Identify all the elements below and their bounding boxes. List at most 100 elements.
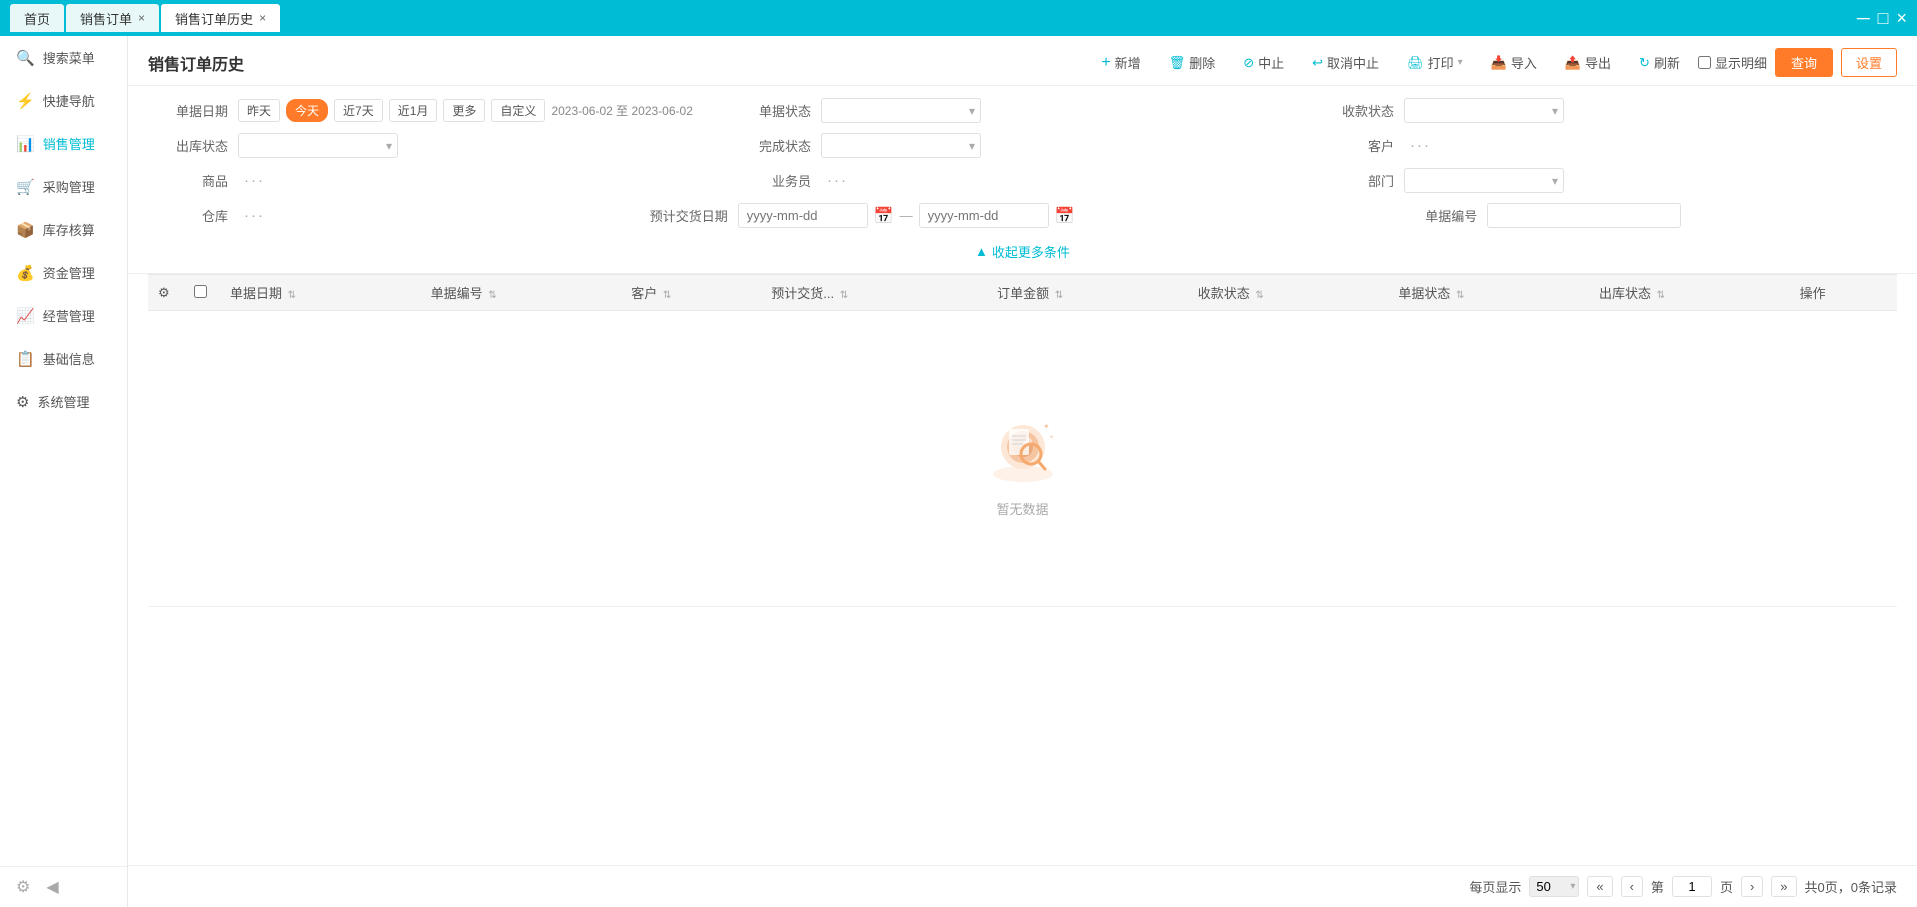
date-more-btn[interactable]: 更多 <box>443 99 485 122</box>
tab-sales-history-close[interactable]: × <box>259 11 266 25</box>
th-date-label: 单据日期 <box>230 286 282 301</box>
payment-status-select[interactable] <box>1404 98 1564 123</box>
th-date-sort-icon[interactable]: ⇅ <box>288 290 296 301</box>
goods-label: 商品 <box>148 171 238 190</box>
sidebar-collapse-icon[interactable]: ◀ <box>46 877 58 897</box>
refresh-button[interactable]: ↻ 刷新 <box>1629 49 1690 76</box>
window-close[interactable]: × <box>1896 8 1907 29</box>
export-button[interactable]: 📤 导出 <box>1555 49 1621 76</box>
sidebar-settings-icon[interactable]: ⚙ <box>16 877 30 897</box>
next-page-btn[interactable]: › <box>1741 876 1763 897</box>
operations-icon: 📈 <box>16 307 35 325</box>
sidebar-item-operations[interactable]: 📈 经营管理 <box>0 294 127 337</box>
print-button[interactable]: 🖨 打印 ▾ <box>1397 49 1473 76</box>
th-delivery-status-sort-icon[interactable]: ⇅ <box>1657 290 1665 301</box>
cancel-stop-button[interactable]: ↩ 取消中止 <box>1302 49 1389 76</box>
tab-sales-history[interactable]: 销售订单历史 × <box>161 4 280 32</box>
sidebar-item-quick-nav-label: 快捷导航 <box>43 91 95 110</box>
th-amount-label: 订单金额 <box>997 286 1049 301</box>
delivery-date-from-calendar-icon[interactable]: 📅 <box>874 206 894 226</box>
delivery-status-select[interactable] <box>238 133 398 158</box>
per-page-select[interactable]: 50 10 20 100 <box>1529 876 1579 897</box>
display-toggle: 显示明细 <box>1698 53 1767 72</box>
page-header: 销售订单历史 + 新增 🗑 删除 ⊘ 中止 ↩ 取消中止 <box>128 36 1917 86</box>
export-icon: 📤 <box>1565 55 1581 71</box>
sidebar-item-finance[interactable]: 💰 资金管理 <box>0 251 127 294</box>
window-maximize[interactable]: □ <box>1878 8 1889 29</box>
new-label: 新增 <box>1115 53 1141 72</box>
sidebar-item-sales-mgmt-label: 销售管理 <box>43 134 95 153</box>
date-today-btn[interactable]: 今天 <box>286 99 328 122</box>
print-dropdown-icon: ▾ <box>1458 57 1463 68</box>
date-1month-btn[interactable]: 近1月 <box>389 99 438 122</box>
customer-label: 客户 <box>1314 136 1404 155</box>
display-toggle-checkbox[interactable] <box>1698 56 1711 69</box>
sidebar-item-basic-info[interactable]: 📋 基础信息 <box>0 337 127 380</box>
delivery-date-to[interactable] <box>919 203 1049 228</box>
sidebar-item-sales-mgmt[interactable]: 📊 销售管理 <box>0 122 127 165</box>
th-expected-delivery-sort-icon[interactable]: ⇅ <box>840 290 848 301</box>
order-status-label: 单据状态 <box>731 101 821 120</box>
select-all-checkbox[interactable] <box>194 285 207 298</box>
settings-button[interactable]: 设置 <box>1841 48 1897 77</box>
prev-page-btn[interactable]: ‹ <box>1621 876 1643 897</box>
new-button[interactable]: + 新增 <box>1091 49 1150 76</box>
salesperson-label: 业务员 <box>731 171 821 190</box>
delete-button[interactable]: 🗑 删除 <box>1159 49 1226 76</box>
top-bar-actions: ─ □ × <box>1857 8 1907 29</box>
date-yesterday-btn[interactable]: 昨天 <box>238 99 280 122</box>
first-page-btn[interactable]: « <box>1587 876 1612 897</box>
th-payment-status-label: 收款状态 <box>1198 286 1250 301</box>
sidebar-item-quick-nav[interactable]: ⚡ 快捷导航 <box>0 79 127 122</box>
order-no-input[interactable] <box>1487 203 1681 228</box>
payment-status-label: 收款状态 <box>1314 101 1404 120</box>
date-7days-btn[interactable]: 近7天 <box>334 99 383 122</box>
customer-more-btn[interactable]: ··· <box>1404 137 1437 154</box>
th-amount-sort-icon[interactable]: ⇅ <box>1055 290 1063 301</box>
goods-more-btn[interactable]: ··· <box>238 172 271 189</box>
sidebar-item-inventory[interactable]: 📦 库存核算 <box>0 208 127 251</box>
collapse-btn[interactable]: ▲ 收起更多条件 <box>975 242 1070 261</box>
delivery-date-from[interactable] <box>738 203 868 228</box>
tab-home[interactable]: 首页 <box>10 4 64 32</box>
warehouse-more-btn[interactable]: ··· <box>238 207 271 224</box>
date-custom-btn[interactable]: 自定义 <box>491 99 545 122</box>
delivery-date-group: 📅 — 📅 <box>738 203 1075 228</box>
th-amount: 订单金额 ⇅ <box>987 275 1188 311</box>
salesperson-more-btn[interactable]: ··· <box>821 172 854 189</box>
import-label: 导入 <box>1511 53 1537 72</box>
th-customer-sort-icon[interactable]: ⇅ <box>663 290 671 301</box>
tab-sales-order[interactable]: 销售订单 × <box>66 4 159 32</box>
page-input[interactable] <box>1672 876 1712 897</box>
order-status-select[interactable] <box>821 98 981 123</box>
th-payment-status-sort-icon[interactable]: ⇅ <box>1255 290 1263 301</box>
toolbar: + 新增 🗑 删除 ⊘ 中止 ↩ 取消中止 🖨 打印 <box>1091 48 1897 77</box>
sidebar-item-purchase-mgmt-label: 采购管理 <box>43 177 95 196</box>
print-label: 打印 <box>1428 53 1454 72</box>
th-customer-label: 客户 <box>631 286 657 301</box>
query-button[interactable]: 查询 <box>1775 48 1833 77</box>
last-page-btn[interactable]: » <box>1771 876 1796 897</box>
sidebar-item-purchase-mgmt[interactable]: 🛒 采购管理 <box>0 165 127 208</box>
per-page-wrapper: 50 10 20 100 <box>1529 876 1579 897</box>
stop-button[interactable]: ⊘ 中止 <box>1233 49 1294 76</box>
completion-status-select[interactable] <box>821 133 981 158</box>
delivery-date-to-calendar-icon[interactable]: 📅 <box>1055 206 1075 226</box>
table-checkbox-th[interactable] <box>184 275 220 311</box>
th-customer: 客户 ⇅ <box>621 275 761 311</box>
sales-mgmt-icon: 📊 <box>16 135 35 153</box>
department-label: 部门 <box>1314 171 1404 190</box>
data-table: ⚙ 单据日期 ⇅ 单据编号 ⇅ 客户 ⇅ <box>148 274 1897 607</box>
table-settings-th[interactable]: ⚙ <box>148 275 184 311</box>
sidebar-item-search-menu[interactable]: 🔍 搜索菜单 <box>0 36 127 79</box>
department-select[interactable] <box>1404 168 1564 193</box>
window-minimize[interactable]: ─ <box>1857 8 1870 29</box>
sidebar-item-system-mgmt-label: 系统管理 <box>37 392 89 411</box>
th-order-status-sort-icon[interactable]: ⇅ <box>1456 290 1464 301</box>
print-icon: 🖨 <box>1407 55 1424 71</box>
th-order-status: 单据状态 ⇅ <box>1388 275 1589 311</box>
import-button[interactable]: 📥 导入 <box>1481 49 1547 76</box>
tab-sales-order-close[interactable]: × <box>138 11 145 25</box>
sidebar-item-system-mgmt[interactable]: ⚙ 系统管理 <box>0 380 127 423</box>
th-number-sort-icon[interactable]: ⇅ <box>488 290 496 301</box>
